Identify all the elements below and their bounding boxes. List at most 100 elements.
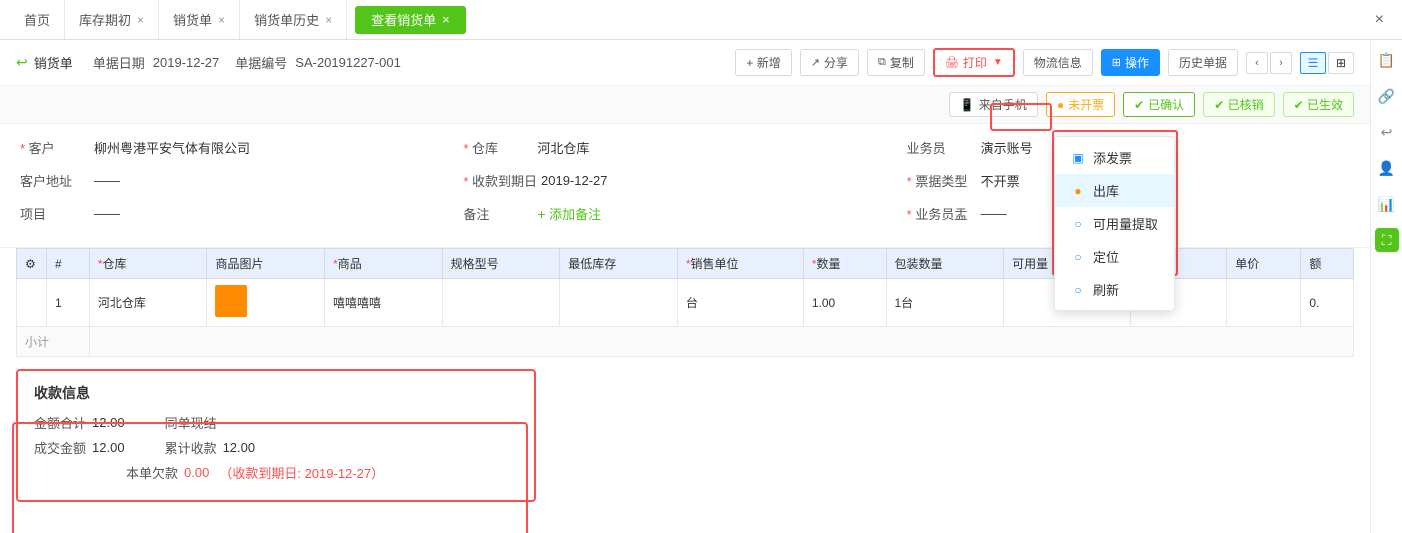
row-gear (17, 279, 47, 327)
tab-sales-close[interactable]: × (218, 13, 225, 27)
settlement-item: 同单现结 —— (165, 413, 249, 432)
doc-number-label: 单据编号 SA-20191227-001 (235, 53, 401, 72)
col-sales-unit: *销售单位 (677, 249, 803, 279)
sidebar-icon-2[interactable]: 🔗 (1375, 84, 1399, 108)
effective-badge[interactable]: ✔ 已生效 (1283, 92, 1354, 117)
remark-field: 备注 + 添加备注 (463, 202, 906, 225)
row-unit-price (1227, 279, 1301, 327)
tab-inventory-close[interactable]: × (137, 13, 144, 27)
sidebar-icon-3[interactable]: ↩ (1375, 120, 1399, 144)
transaction-label: 成交金额 (34, 438, 86, 457)
due-date-label: 收款到期日 (463, 171, 537, 190)
row-spec (442, 279, 560, 327)
balance-item: 金额合计 (34, 463, 86, 482)
sub-toolbar: 📱 来自手机 ● 未开票 ✔ 已确认 ✔ 已核销 ✔ 已生效 (0, 86, 1370, 124)
locate-icon: ○ (1071, 250, 1085, 264)
dropdown-menu: ▣ 添发票 ● 出库 ○ 可用量提取 ○ 定位 ○ 刷新 (1054, 136, 1175, 311)
tab-query-close[interactable]: × (442, 12, 450, 27)
prev-button[interactable]: ‹ (1246, 52, 1268, 74)
grid-view-button[interactable]: ⊞ (1328, 52, 1354, 74)
project-value: —— (90, 204, 124, 223)
cancelled-badge[interactable]: ✔ 已核销 (1203, 92, 1274, 117)
transaction-item: 成交金额 12.00 (34, 438, 125, 457)
col-min-stock: 最低库存 (560, 249, 678, 279)
tab-inventory[interactable]: 库存期初 × (65, 0, 159, 39)
customer-value: 柳州粤港平安气体有限公司 (90, 136, 254, 159)
view-toggle: ☰ ⊞ (1300, 52, 1354, 74)
copy-button[interactable]: ⧉ 复制 (867, 49, 925, 76)
dropdown-locate[interactable]: ○ 定位 (1055, 240, 1174, 273)
logistics-button[interactable]: 物流信息 (1023, 49, 1093, 76)
tab-query[interactable]: 查看销货单 × (355, 6, 466, 34)
sidebar-icon-1[interactable]: 📋 (1375, 48, 1399, 72)
row-amount: 0. (1301, 279, 1354, 327)
col-product: *商品 (325, 249, 443, 279)
dropdown-refresh[interactable]: ○ 刷新 (1055, 273, 1174, 306)
nav-arrows: ‹ › (1246, 52, 1292, 74)
subtotal-row: 小计 (17, 327, 1354, 357)
col-num: # (47, 249, 90, 279)
subtotal-label: 小计 (17, 327, 90, 357)
tab-home[interactable]: 首页 (10, 0, 65, 39)
total-value: 12.00 (92, 415, 125, 430)
invoice-status-button[interactable]: ● 未开票 (1046, 92, 1115, 117)
footer-row-2: 成交金额 12.00 累计收款 12.00 (34, 438, 518, 457)
staff-value: 演示账号 (977, 136, 1037, 159)
cumulative-label: 累计收款 (165, 438, 217, 457)
dropdown-outbound[interactable]: ● 出库 (1055, 174, 1174, 207)
customer-field: 客户 柳州粤港平安气体有限公司 (20, 136, 463, 159)
tab-sales-history[interactable]: 销货单历史 × (240, 0, 347, 39)
balance-note: （收款到期日: 2019-12-27） (219, 463, 384, 482)
add-invoice-icon: ▣ (1071, 151, 1085, 165)
remark-add[interactable]: + 添加备注 (533, 202, 605, 225)
doc-header: ↩ 销货单 单据日期 2019-12-27 单据编号 SA-20191227-0… (0, 40, 1370, 86)
next-button[interactable]: › (1270, 52, 1292, 74)
sidebar-icon-5[interactable]: 📊 (1375, 192, 1399, 216)
doc-date-label: 单据日期 2019-12-27 (93, 53, 220, 72)
dropdown-available-qty[interactable]: ○ 可用量提取 (1055, 207, 1174, 240)
cumulative-item: 累计收款 12.00 (165, 438, 256, 457)
warehouse-field: 仓库 河北仓库 (463, 136, 906, 159)
sidebar-icon-4[interactable]: 👤 (1375, 156, 1399, 180)
history-button[interactable]: 历史单据 (1168, 49, 1238, 76)
print-button[interactable]: 🖨 打印 ▼ (933, 48, 1015, 77)
share-button[interactable]: ↗ 分享 (800, 49, 859, 76)
row-min-stock (560, 279, 678, 327)
tab-sales-history-close[interactable]: × (325, 13, 332, 27)
transaction-value: 12.00 (92, 440, 125, 455)
row-product: 嘻嘻嘻嘻 (325, 279, 443, 327)
refresh-icon: ○ (1071, 283, 1085, 297)
new-button[interactable]: + 新增 (735, 49, 791, 76)
tab-sales[interactable]: 销货单 × (159, 0, 240, 39)
warehouse-label: 仓库 (463, 138, 533, 157)
col-warehouse: *仓库 (89, 249, 207, 279)
col-unit-price: 单价 (1227, 249, 1301, 279)
total-item: 金额合计 12.00 (34, 413, 125, 432)
cumulative-value: 12.00 (223, 440, 256, 455)
row-sales-unit: 台 (677, 279, 803, 327)
address-value: —— (90, 171, 124, 190)
dropdown-add-invoice[interactable]: ▣ 添发票 (1055, 141, 1174, 174)
ops-button[interactable]: ⊞ 操作 (1101, 49, 1160, 76)
outbound-icon: ● (1071, 184, 1085, 198)
balance-value: 0.00 (184, 465, 209, 480)
project-field: 项目 —— (20, 204, 463, 223)
confirmed-button[interactable]: ✔ 已确认 (1123, 92, 1195, 117)
due-date-field: 收款到期日 2019-12-27 (463, 171, 906, 190)
row-warehouse: 河北仓库 (89, 279, 207, 327)
close-all-button[interactable]: × (1367, 11, 1392, 29)
col-qty: *数量 (803, 249, 886, 279)
col-amount: 额 (1301, 249, 1354, 279)
doc-title: 销货单 (34, 53, 73, 72)
col-pack-qty: 包装数量 (886, 249, 1004, 279)
salesperson-value: —— (977, 204, 1011, 223)
doc-icon: ↩ (16, 54, 28, 71)
sidebar-icon-expand[interactable]: ⛶ (1375, 228, 1399, 252)
toolbar: + 新增 ↗ 分享 ⧉ 复制 🖨 打印 ▼ 物流信息 (735, 48, 1354, 77)
from-phone-button[interactable]: 📱 来自手机 (949, 92, 1038, 117)
list-view-button[interactable]: ☰ (1300, 52, 1326, 74)
address-label: 客户地址 (20, 171, 90, 190)
remark-label: 备注 (463, 204, 533, 223)
salesperson-label: 业务员盂 (907, 204, 977, 223)
ticket-type-label: 票据类型 (907, 171, 977, 190)
